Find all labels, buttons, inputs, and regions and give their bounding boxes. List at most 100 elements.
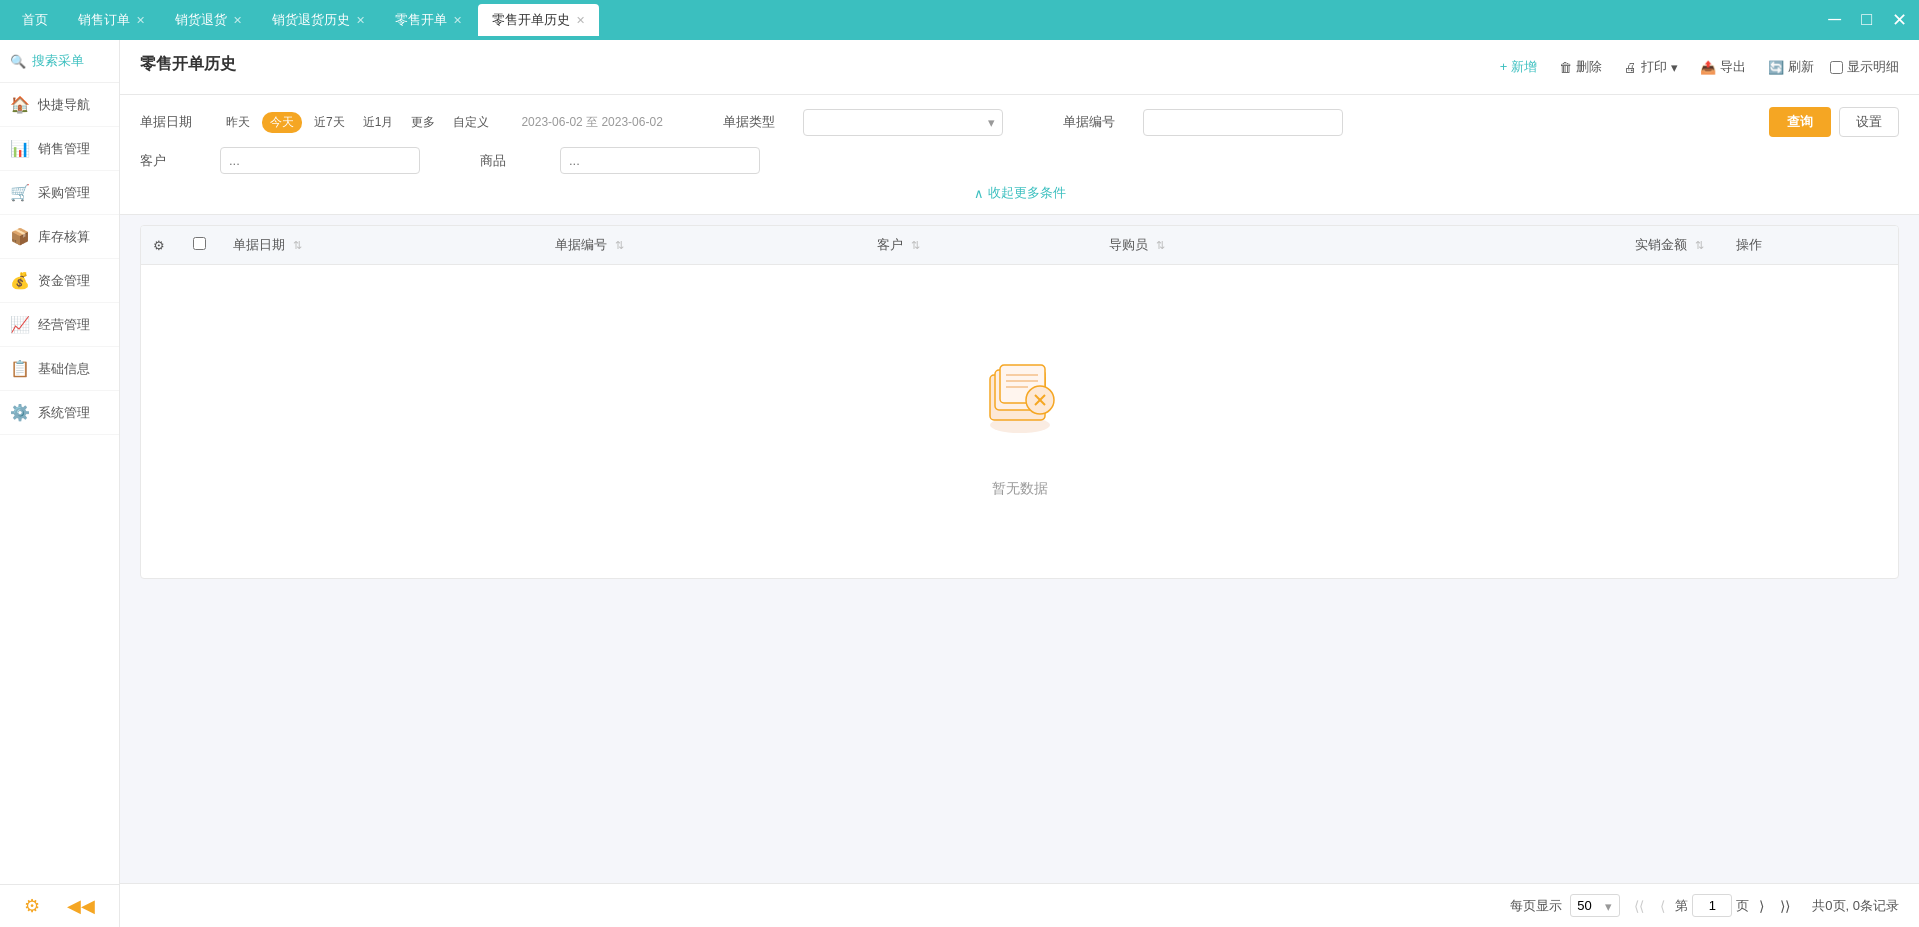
tabs-container: 首页销售订单✕销货退货✕销货退货历史✕零售开单✕零售开单历史✕ [8,4,599,36]
empty-icon [970,345,1070,464]
refresh-button[interactable]: 🔄 刷新 [1762,54,1820,80]
settings-button[interactable]: 设置 [1839,107,1899,137]
collapse-sidebar-icon[interactable]: ◀◀ [67,895,95,917]
sidebar-icon-inventory: 📦 [10,227,30,246]
sidebar-search-label: 搜索采单 [32,52,84,70]
sidebar-label-quick-nav: 快捷导航 [38,96,90,114]
content-area: 零售开单历史 + 新增 🗑 删除 🖨 打印 ▾ 📤 导出 🔄 [120,40,1919,927]
tab-label-sales-order: 销售订单 [78,11,130,29]
sidebar-icon-quick-nav: 🏠 [10,95,30,114]
tab-close-sales-order[interactable]: ✕ [136,14,145,27]
prev-page-button[interactable]: ⟨ [1654,895,1671,917]
collapse-chevron-icon: ∧ [974,186,984,201]
minimize-icon[interactable]: ─ [1824,5,1845,35]
tab-close-sales-return[interactable]: ✕ [233,14,242,27]
settings-gear-icon[interactable]: ⚙ [24,895,40,917]
page-input[interactable] [1692,894,1732,917]
sidebar-item-purchase-mgmt[interactable]: 🛒采购管理 [0,171,119,215]
page-header: 零售开单历史 + 新增 🗑 删除 🖨 打印 ▾ 📤 导出 🔄 [120,40,1919,95]
next-page-button[interactable]: ⟩ [1753,895,1770,917]
per-page-select[interactable]: 50 100 200 [1570,894,1620,917]
filter-row-2: 客户 商品 [140,147,1899,174]
sidebar-item-system-mgmt[interactable]: ⚙️ 系统管理 [0,391,119,435]
filter-area: 单据日期 昨天今天近7天近1月更多自定义 2023-06-02 至 2023-0… [120,95,1919,215]
page-title: 零售开单历史 [140,54,236,89]
data-table: ⚙ 单据日期 ⇅ 单据编号 ⇅ 客户 ⇅ 导购员 ⇅ 实销金额 ⇅ 操作 [141,226,1898,265]
maximize-icon[interactable]: □ [1857,5,1876,35]
product-input[interactable] [560,147,760,174]
th-amount: 实销金额 ⇅ [1374,226,1724,265]
sort-guide-icon[interactable]: ⇅ [1156,239,1165,251]
sidebar-item-quick-nav[interactable]: 🏠 快捷导航 [0,83,119,127]
date-btn-custom[interactable]: 自定义 [447,112,495,133]
date-filter-buttons: 昨天今天近7天近1月更多自定义 [220,112,495,133]
table-wrapper: ⚙ 单据日期 ⇅ 单据编号 ⇅ 客户 ⇅ 导购员 ⇅ 实销金额 ⇅ 操作 [120,215,1919,883]
close-icon[interactable]: ✕ [1888,5,1911,35]
date-btn-last1m[interactable]: 近1月 [357,112,400,133]
sidebar-label-system-mgmt: 系统管理 [38,404,90,422]
sidebar-item-finance-mgmt[interactable]: 💰 资金管理 [0,259,119,303]
date-btn-today[interactable]: 今天 [262,112,302,133]
tab-label-sales-return: 销货退货 [175,11,227,29]
pagination-nav: ⟨⟨ ⟨ 第 页 ⟩ ⟩⟩ [1628,894,1796,917]
sort-docno-icon[interactable]: ⇅ [615,239,624,251]
export-button[interactable]: 📤 导出 [1694,54,1752,80]
print-icon: 🖨 [1624,60,1637,75]
delete-icon: 🗑 [1559,60,1572,75]
empty-illustration [970,345,1070,445]
search-icon: 🔍 [10,54,26,69]
th-settings[interactable]: ⚙ [141,226,181,265]
select-all-checkbox[interactable] [193,237,206,250]
tab-bar: 首页销售订单✕销货退货✕销货退货历史✕零售开单✕零售开单历史✕ ─ □ ✕ [0,0,1919,40]
date-btn-more[interactable]: 更多 [405,112,441,133]
collapse-button[interactable]: ∧ 收起更多条件 [974,184,1066,202]
sort-amount-icon[interactable]: ⇅ [1695,239,1704,251]
sidebar-bottom: ⚙ ◀◀ [0,884,119,927]
customer-input[interactable] [220,147,420,174]
tab-close-retail-open-history[interactable]: ✕ [576,14,585,27]
table-footer: 每页显示 50 100 200 ⟨⟨ ⟨ 第 页 ⟩ ⟩⟩ 共0页, 0条记录 [120,883,1919,927]
sidebar-icon-system-mgmt: ⚙️ [10,403,30,422]
sidebar-item-basic-info[interactable]: 📋基础信息 [0,347,119,391]
query-button[interactable]: 查询 [1769,107,1831,137]
last-page-button[interactable]: ⟩⟩ [1774,895,1796,917]
delete-button[interactable]: 🗑 删除 [1553,54,1608,80]
th-customer: 客户 ⇅ [865,226,1097,265]
date-range-display: 2023-06-02 至 2023-06-02 [521,114,662,131]
tab-sales-order[interactable]: 销售订单 ✕ [64,4,159,36]
th-action: 操作 [1724,226,1898,265]
tab-close-retail-open[interactable]: ✕ [453,14,462,27]
sidebar: 🔍 搜索采单 🏠 快捷导航 📊销售管理🛒采购管理📦库存核算 💰 资金管理 📈经营管理📋基础… [0,40,120,927]
tab-retail-open-history[interactable]: 零售开单历史✕ [478,4,599,36]
main-layout: 🔍 搜索采单 🏠 快捷导航 📊销售管理🛒采购管理📦库存核算 💰 资金管理 📈经营管理📋基础… [0,40,1919,927]
display-detail-checkbox[interactable]: 显示明细 [1830,58,1899,76]
print-button[interactable]: 🖨 打印 ▾ [1618,54,1684,80]
sidebar-item-inventory[interactable]: 📦库存核算 [0,215,119,259]
sidebar-label-basic-info: 基础信息 [38,360,90,378]
window-controls: ─ □ ✕ [1824,5,1911,35]
tab-close-sales-return-history[interactable]: ✕ [356,14,365,27]
display-detail-input[interactable] [1830,61,1843,74]
tab-label-sales-return-history: 销货退货历史 [272,11,350,29]
sort-customer-icon[interactable]: ⇅ [911,239,920,251]
tab-sales-return[interactable]: 销货退货 ✕ [161,4,256,36]
first-page-button[interactable]: ⟨⟨ [1628,895,1650,917]
doc-no-input[interactable] [1143,109,1343,136]
sidebar-item-sales-mgmt[interactable]: 📊销售管理 [0,127,119,171]
tab-home[interactable]: 首页 [8,4,62,36]
sidebar-search[interactable]: 🔍 搜索采单 [0,40,119,83]
tab-sales-return-history[interactable]: 销货退货历史 ✕ [258,4,379,36]
sidebar-icon-finance-mgmt: 💰 [10,271,30,290]
doc-type-select[interactable] [803,109,1003,136]
add-button[interactable]: + 新增 [1494,54,1543,80]
tab-label-home: 首页 [22,11,48,29]
tab-retail-open[interactable]: 零售开单✕ [381,4,476,36]
sidebar-label-finance-mgmt: 资金管理 [38,272,90,290]
table-head: ⚙ 单据日期 ⇅ 单据编号 ⇅ 客户 ⇅ 导购员 ⇅ 实销金额 ⇅ 操作 [141,226,1898,265]
date-btn-last7[interactable]: 近7天 [308,112,351,133]
date-btn-yesterday[interactable]: 昨天 [220,112,256,133]
sidebar-item-operations-mgmt[interactable]: 📈经营管理 [0,303,119,347]
sidebar-icon-operations-mgmt: 📈 [10,315,30,334]
sort-date-icon[interactable]: ⇅ [293,239,302,251]
customer-label: 客户 [140,152,200,170]
